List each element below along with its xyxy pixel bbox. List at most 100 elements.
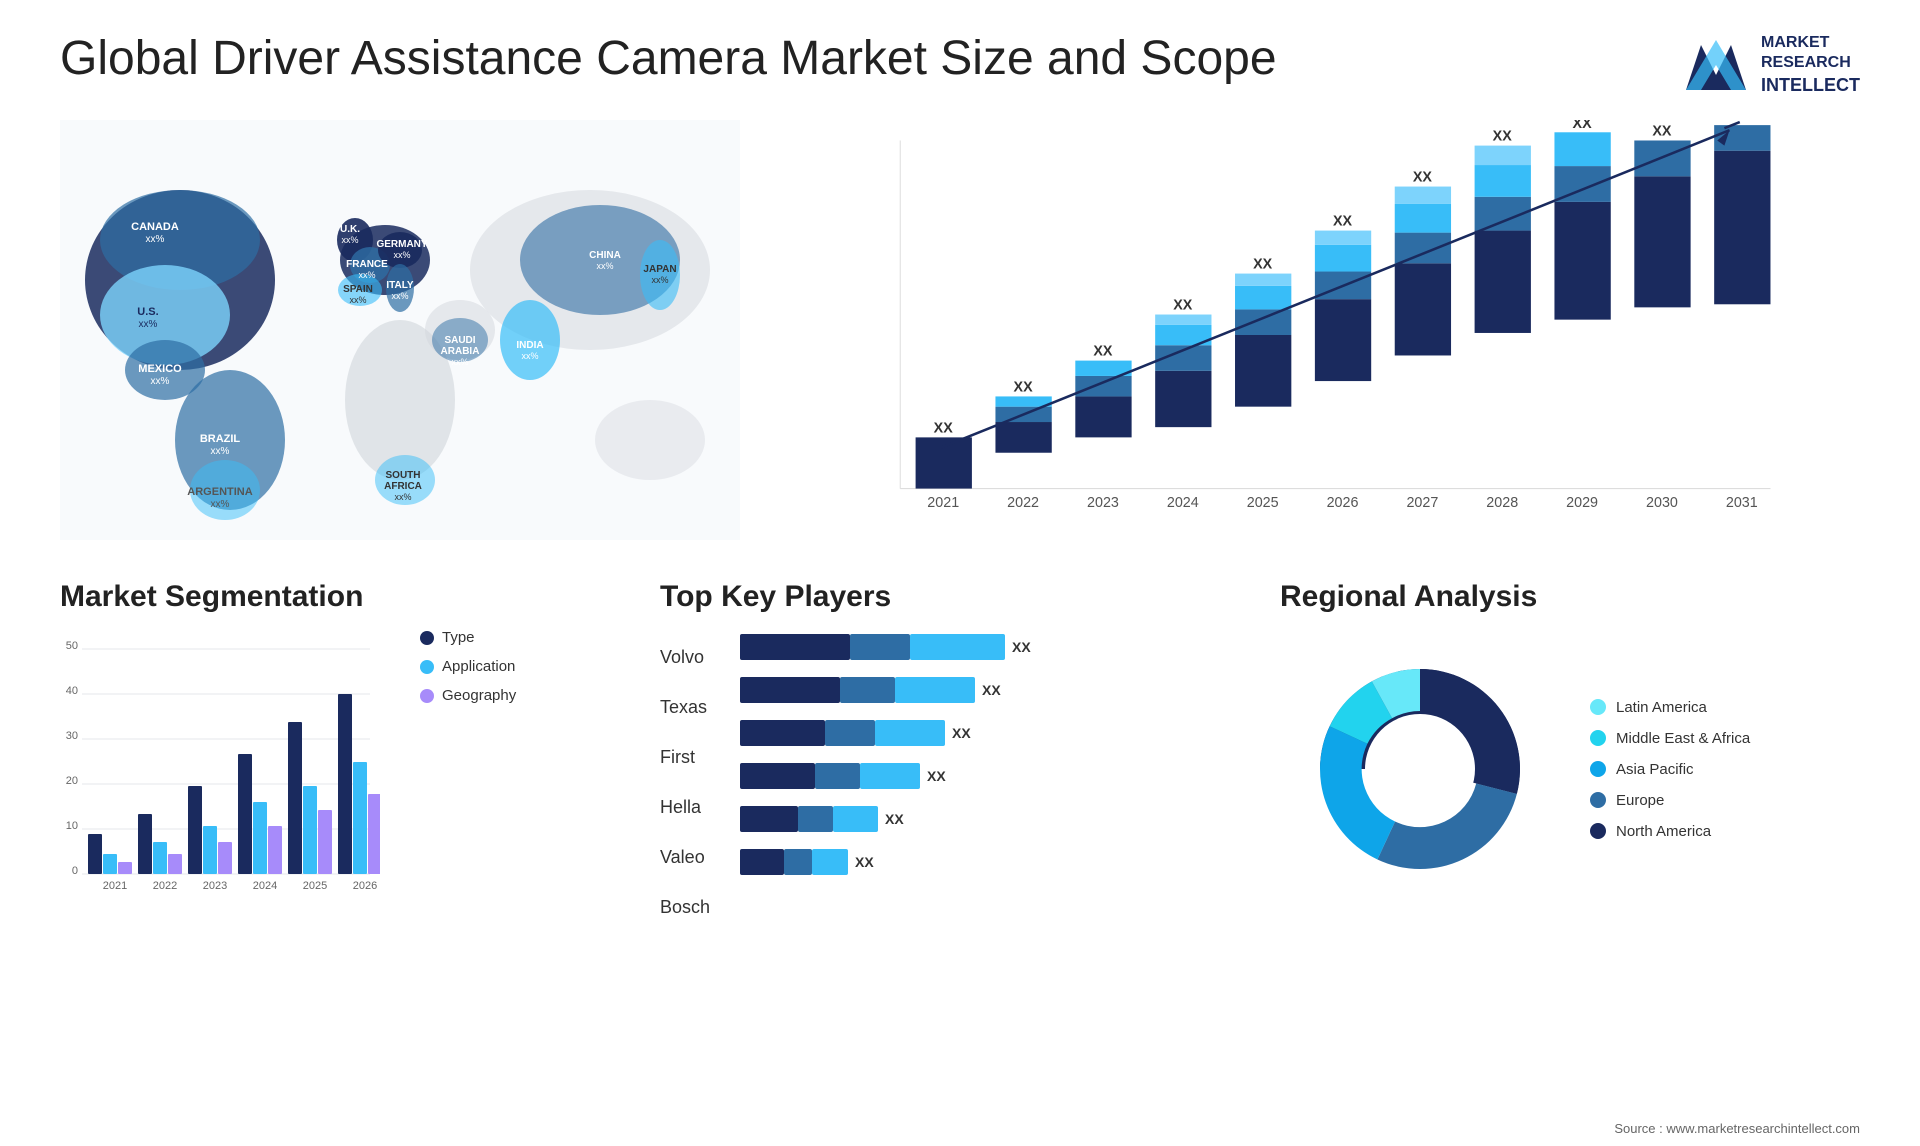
player-volvo: Volvo xyxy=(660,639,710,675)
svg-text:MEXICO: MEXICO xyxy=(138,363,182,375)
svg-text:XX: XX xyxy=(1012,639,1031,655)
svg-text:xx%: xx% xyxy=(211,446,230,457)
page-title: Global Driver Assistance Camera Market S… xyxy=(60,30,1277,88)
svg-text:50: 50 xyxy=(66,640,78,652)
legend-dot-type xyxy=(420,631,434,645)
svg-text:2024: 2024 xyxy=(253,880,277,892)
svg-text:XX: XX xyxy=(1253,256,1273,272)
regional-title: Regional Analysis xyxy=(1280,580,1860,614)
svg-text:INDIA: INDIA xyxy=(516,340,543,351)
player-first: First xyxy=(660,739,710,775)
svg-text:XX: XX xyxy=(952,725,971,741)
svg-text:xx%: xx% xyxy=(146,234,165,245)
svg-text:2024: 2024 xyxy=(1167,495,1199,511)
svg-text:XX: XX xyxy=(1173,297,1193,313)
svg-text:2026: 2026 xyxy=(353,880,377,892)
page-container: Global Driver Assistance Camera Market S… xyxy=(0,0,1920,1146)
svg-text:xx%: xx% xyxy=(451,357,468,367)
main-bar-chart-svg: XX 2021 XX 2022 XX 2023 XX xyxy=(780,120,1860,550)
svg-text:2021: 2021 xyxy=(103,880,127,892)
logo-icon xyxy=(1681,30,1751,100)
svg-text:60: 60 xyxy=(60,629,70,632)
donut-chart xyxy=(1280,629,1560,909)
svg-text:FRANCE: FRANCE xyxy=(346,259,388,270)
color-mea xyxy=(1590,730,1606,746)
donut-legend: Latin America Middle East & Africa Asia … xyxy=(1590,699,1750,840)
header: Global Driver Assistance Camera Market S… xyxy=(60,30,1860,100)
svg-text:CANADA: CANADA xyxy=(131,221,179,233)
svg-text:xx%: xx% xyxy=(349,295,366,305)
color-europe xyxy=(1590,792,1606,808)
player-valeo: Valeo xyxy=(660,839,710,875)
svg-text:ITALY: ITALY xyxy=(386,280,414,291)
svg-text:2028: 2028 xyxy=(1486,495,1518,511)
svg-text:2029: 2029 xyxy=(1566,495,1598,511)
svg-text:JAPAN: JAPAN xyxy=(643,264,676,275)
svg-text:xx%: xx% xyxy=(394,492,411,502)
color-north-america xyxy=(1590,823,1606,839)
svg-text:2023: 2023 xyxy=(1087,495,1119,511)
segmentation-title: Market Segmentation xyxy=(60,580,620,614)
svg-text:XX: XX xyxy=(1493,128,1513,144)
svg-text:2026: 2026 xyxy=(1327,495,1359,511)
legend-mea: Middle East & Africa xyxy=(1590,730,1750,747)
svg-text:XX: XX xyxy=(1093,343,1113,359)
segmentation-chart: 0 10 20 30 40 50 60 xyxy=(60,629,380,909)
players-list: Volvo Texas First Hella Valeo Bosch XX xyxy=(660,629,1240,925)
seg-legend: Type Application Geography xyxy=(400,629,516,704)
legend-asia-pacific: Asia Pacific xyxy=(1590,761,1750,778)
svg-text:2023: 2023 xyxy=(203,880,227,892)
color-latin-america xyxy=(1590,699,1606,715)
legend-type: Type xyxy=(420,629,516,646)
source-text: Source : www.marketresearchintellect.com xyxy=(1614,1121,1860,1136)
legend-latin-america: Latin America xyxy=(1590,699,1750,716)
svg-text:BRAZIL: BRAZIL xyxy=(200,433,241,445)
svg-text:XX: XX xyxy=(1333,213,1353,229)
svg-text:20: 20 xyxy=(66,775,78,787)
svg-text:xx%: xx% xyxy=(393,250,410,260)
svg-text:xx%: xx% xyxy=(651,275,668,285)
player-bosch: Bosch xyxy=(660,889,710,925)
svg-text:2025: 2025 xyxy=(1247,495,1279,511)
legend-dot-geography xyxy=(420,689,434,703)
map-section: CANADA xx% U.S. xx% MEXICO xx% BRAZIL xx… xyxy=(60,120,740,550)
svg-text:XX: XX xyxy=(1014,379,1034,395)
svg-text:ARABIA: ARABIA xyxy=(441,346,480,357)
svg-text:xx%: xx% xyxy=(211,499,230,510)
bottom-section: Market Segmentation 0 10 20 30 40 50 60 xyxy=(60,580,1860,1060)
legend-north-america: North America xyxy=(1590,823,1750,840)
svg-text:2022: 2022 xyxy=(1007,495,1039,511)
svg-text:2021: 2021 xyxy=(927,495,959,511)
segmentation-section: Market Segmentation 0 10 20 30 40 50 60 xyxy=(60,580,620,1060)
svg-text:ARGENTINA: ARGENTINA xyxy=(187,486,252,498)
legend-application: Application xyxy=(420,658,516,675)
svg-text:XX: XX xyxy=(934,420,954,436)
world-map: CANADA xx% U.S. xx% MEXICO xx% BRAZIL xx… xyxy=(60,120,740,540)
color-asia-pacific xyxy=(1590,761,1606,777)
svg-text:xx%: xx% xyxy=(596,261,613,271)
svg-text:2022: 2022 xyxy=(153,880,177,892)
key-players-title: Top Key Players xyxy=(660,580,1240,614)
svg-text:SPAIN: SPAIN xyxy=(343,284,373,295)
svg-text:GERMANY: GERMANY xyxy=(376,239,427,250)
player-names: Volvo Texas First Hella Valeo Bosch xyxy=(660,629,710,925)
svg-text:XX: XX xyxy=(885,811,904,827)
svg-text:2025: 2025 xyxy=(303,880,327,892)
key-players-section: Top Key Players Volvo Texas First Hella … xyxy=(660,580,1240,1060)
donut-container: Latin America Middle East & Africa Asia … xyxy=(1280,629,1860,909)
legend-geography: Geography xyxy=(420,687,516,704)
svg-text:0: 0 xyxy=(72,865,78,877)
player-hella: Hella xyxy=(660,789,710,825)
chart-section: XX 2021 XX 2022 XX 2023 XX xyxy=(780,120,1860,550)
legend-dot-application xyxy=(420,660,434,674)
svg-text:xx%: xx% xyxy=(521,351,538,361)
svg-text:U.K.: U.K. xyxy=(340,224,360,235)
logo-area: MARKET RESEARCH INTELLECT xyxy=(1681,30,1860,100)
svg-text:xx%: xx% xyxy=(341,235,358,245)
svg-text:2031: 2031 xyxy=(1726,495,1758,511)
svg-text:30: 30 xyxy=(66,730,78,742)
svg-text:10: 10 xyxy=(66,820,78,832)
svg-text:40: 40 xyxy=(66,685,78,697)
svg-text:AFRICA: AFRICA xyxy=(384,481,422,492)
svg-text:2027: 2027 xyxy=(1406,495,1438,511)
